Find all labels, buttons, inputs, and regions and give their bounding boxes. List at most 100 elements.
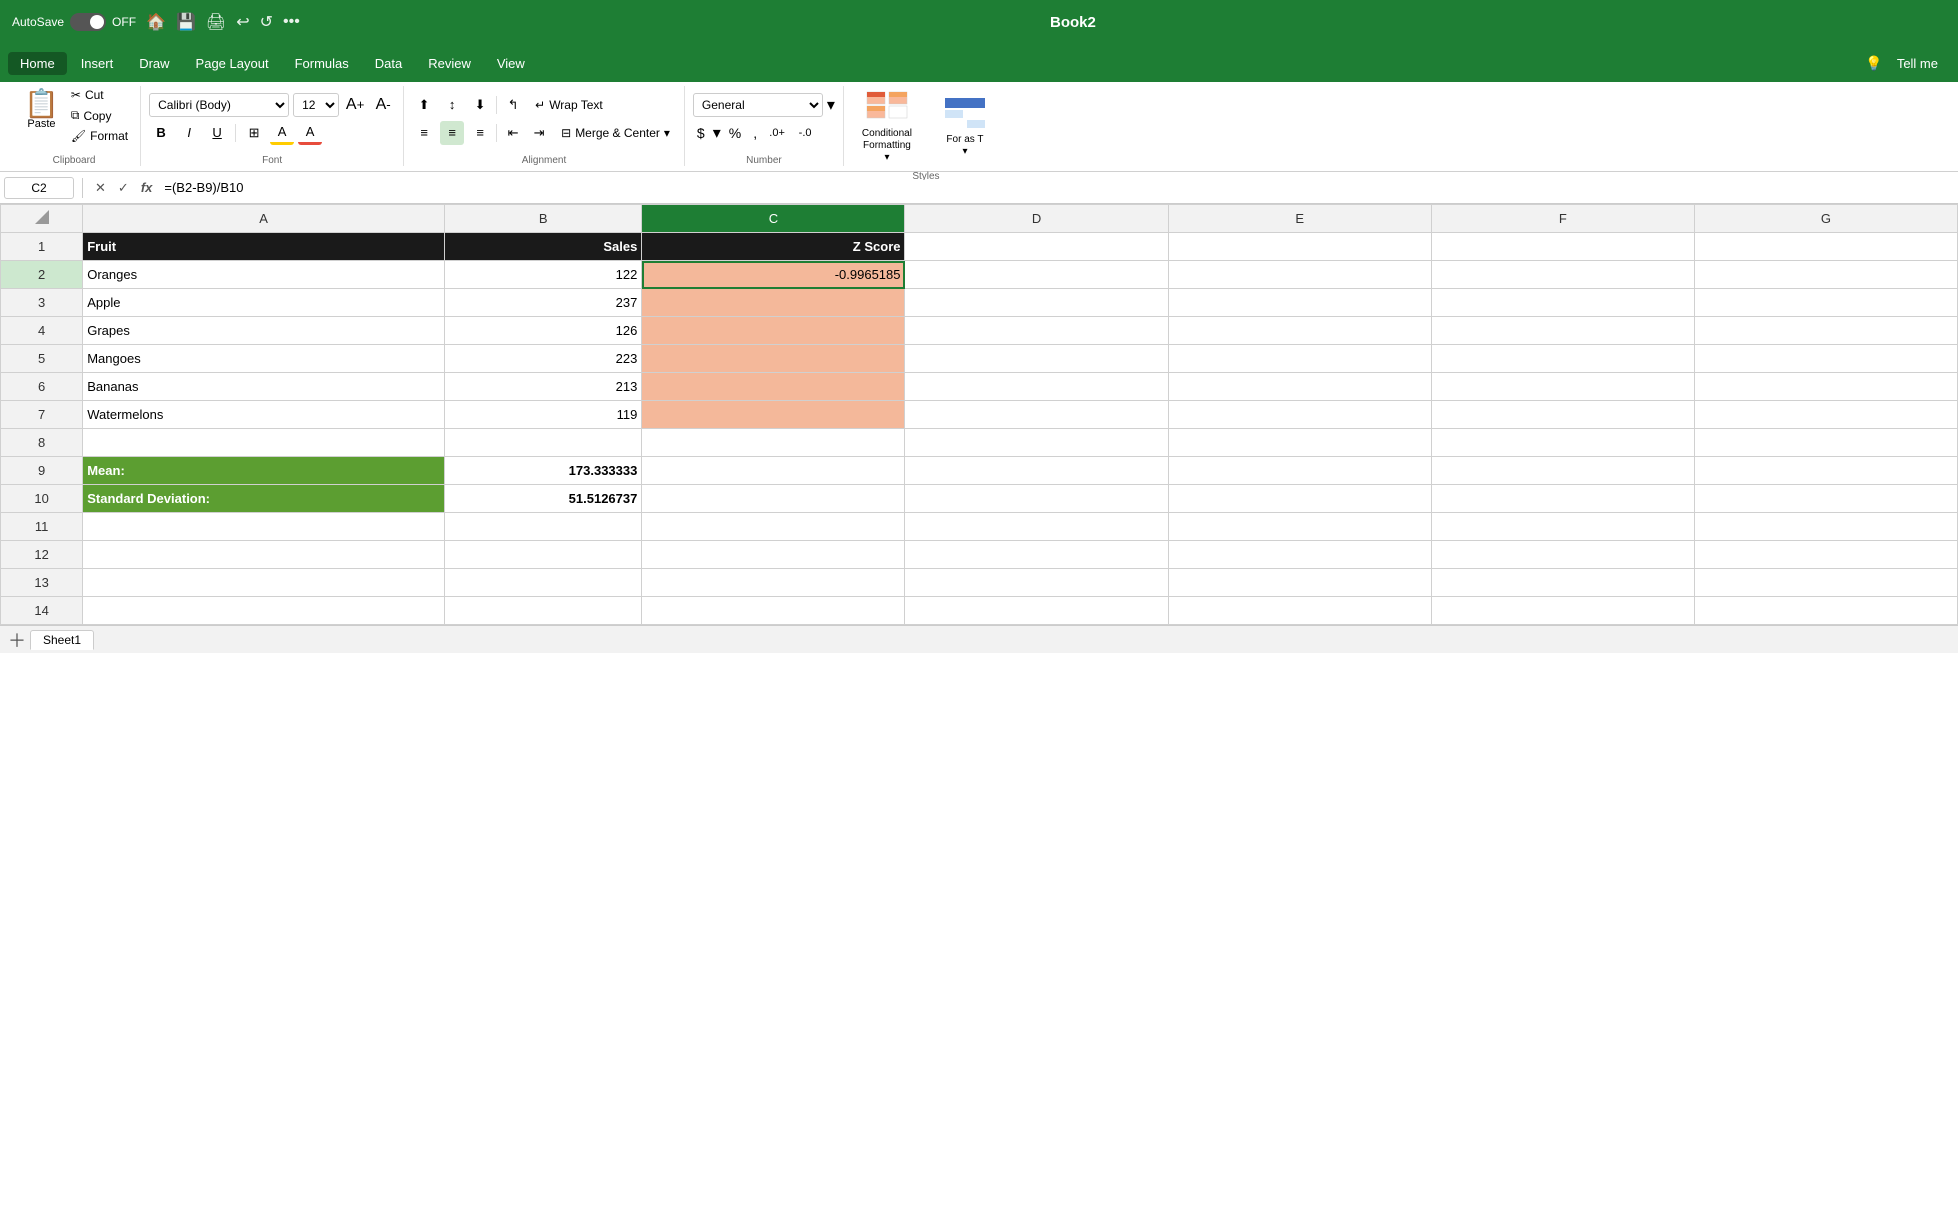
cell-f5[interactable] xyxy=(1431,345,1694,373)
cell-c11[interactable] xyxy=(642,513,905,541)
cell-b4[interactable]: 126 xyxy=(445,317,642,345)
cell-f1[interactable] xyxy=(1431,233,1694,261)
menu-page-layout[interactable]: Page Layout xyxy=(184,52,281,75)
cell-g3[interactable] xyxy=(1694,289,1957,317)
cell-g9[interactable] xyxy=(1694,457,1957,485)
cell-e10[interactable] xyxy=(1168,485,1431,513)
insert-function-button[interactable]: fx xyxy=(137,178,157,197)
font-grow-button[interactable]: A+ xyxy=(343,93,367,117)
cell-d14[interactable] xyxy=(905,597,1168,625)
cell-b7[interactable]: 119 xyxy=(445,401,642,429)
cell-d6[interactable] xyxy=(905,373,1168,401)
cell-a8[interactable] xyxy=(83,429,445,457)
cell-c14[interactable] xyxy=(642,597,905,625)
menu-formulas[interactable]: Formulas xyxy=(283,52,361,75)
percent-button[interactable]: % xyxy=(725,123,745,143)
cell-a10[interactable]: Standard Deviation: xyxy=(83,485,445,513)
cell-e8[interactable] xyxy=(1168,429,1431,457)
fill-color-button[interactable]: A xyxy=(270,121,294,145)
cell-a2[interactable]: Oranges xyxy=(83,261,445,289)
cell-f12[interactable] xyxy=(1431,541,1694,569)
merge-center-button[interactable]: ⊟ Merge & Center ▾ xyxy=(555,124,676,142)
cell-c2[interactable]: -0.9965185 xyxy=(642,261,905,289)
row-header-13[interactable]: 13 xyxy=(1,569,83,597)
cut-button[interactable]: ✂ Cut xyxy=(67,86,132,104)
cell-f8[interactable] xyxy=(1431,429,1694,457)
bold-button[interactable]: B xyxy=(149,121,173,145)
cell-d4[interactable] xyxy=(905,317,1168,345)
cell-b8[interactable] xyxy=(445,429,642,457)
cell-a4[interactable]: Grapes xyxy=(83,317,445,345)
cell-a1[interactable]: Fruit xyxy=(83,233,445,261)
cell-c7[interactable] xyxy=(642,401,905,429)
col-header-e[interactable]: E xyxy=(1168,205,1431,233)
cell-e3[interactable] xyxy=(1168,289,1431,317)
cell-e5[interactable] xyxy=(1168,345,1431,373)
col-header-d[interactable]: D xyxy=(905,205,1168,233)
col-header-f[interactable]: F xyxy=(1431,205,1694,233)
cell-b5[interactable]: 223 xyxy=(445,345,642,373)
more-icon[interactable]: ••• xyxy=(283,13,300,31)
cell-c1[interactable]: Z Score xyxy=(642,233,905,261)
cell-e1[interactable] xyxy=(1168,233,1431,261)
cell-b3[interactable]: 237 xyxy=(445,289,642,317)
dec-inc-button[interactable]: .0+ xyxy=(765,121,789,145)
paste-button[interactable]: 📋 Paste xyxy=(16,86,67,134)
align-right-button[interactable]: ≡ xyxy=(468,121,492,145)
cell-g1[interactable] xyxy=(1694,233,1957,261)
row-header-10[interactable]: 10 xyxy=(1,485,83,513)
cell-b6[interactable]: 213 xyxy=(445,373,642,401)
cell-e12[interactable] xyxy=(1168,541,1431,569)
cancel-formula-button[interactable]: ✕ xyxy=(91,178,110,198)
menu-data[interactable]: Data xyxy=(363,52,414,75)
comma-button[interactable]: , xyxy=(749,123,761,143)
cell-a9[interactable]: Mean: xyxy=(83,457,445,485)
indent-dec-button[interactable]: ⇤ xyxy=(501,121,525,145)
cell-d8[interactable] xyxy=(905,429,1168,457)
format-button[interactable]: 🖌 Format xyxy=(67,127,132,145)
cell-b1[interactable]: Sales xyxy=(445,233,642,261)
cell-c12[interactable] xyxy=(642,541,905,569)
cell-c5[interactable] xyxy=(642,345,905,373)
cell-e11[interactable] xyxy=(1168,513,1431,541)
cell-e13[interactable] xyxy=(1168,569,1431,597)
menu-tell-me[interactable]: Tell me xyxy=(1885,52,1950,75)
save-icon[interactable]: 💾 xyxy=(176,12,196,32)
row-header-3[interactable]: 3 xyxy=(1,289,83,317)
cell-f7[interactable] xyxy=(1431,401,1694,429)
cell-a14[interactable] xyxy=(83,597,445,625)
row-header-8[interactable]: 8 xyxy=(1,429,83,457)
align-left-button[interactable]: ≡ xyxy=(412,121,436,145)
cell-d11[interactable] xyxy=(905,513,1168,541)
wrap-text-button[interactable]: ↵ Wrap Text xyxy=(529,96,609,114)
col-header-c[interactable]: C xyxy=(642,205,905,233)
col-header-b[interactable]: B xyxy=(445,205,642,233)
menu-home[interactable]: Home xyxy=(8,52,67,75)
undo-icon[interactable]: ↩ xyxy=(236,12,249,32)
cell-e14[interactable] xyxy=(1168,597,1431,625)
underline-button[interactable]: U xyxy=(205,121,229,145)
cell-d5[interactable] xyxy=(905,345,1168,373)
add-sheet-button[interactable]: ＋ xyxy=(8,627,26,653)
cell-f3[interactable] xyxy=(1431,289,1694,317)
autosave-toggle[interactable] xyxy=(70,13,106,31)
cell-b13[interactable] xyxy=(445,569,642,597)
cell-a3[interactable]: Apple xyxy=(83,289,445,317)
formula-input[interactable] xyxy=(160,180,1954,195)
font-shrink-button[interactable]: A- xyxy=(371,93,395,117)
number-format-select[interactable]: General xyxy=(693,93,823,117)
cell-c3[interactable] xyxy=(642,289,905,317)
font-size-select[interactable]: 12 xyxy=(293,93,339,117)
cell-c8[interactable] xyxy=(642,429,905,457)
cell-reference-input[interactable] xyxy=(4,177,74,199)
cell-g13[interactable] xyxy=(1694,569,1957,597)
cell-f11[interactable] xyxy=(1431,513,1694,541)
cell-f6[interactable] xyxy=(1431,373,1694,401)
dec-dec-button[interactable]: -.0 xyxy=(793,121,817,145)
row-header-2[interactable]: 2 xyxy=(1,261,83,289)
cell-b12[interactable] xyxy=(445,541,642,569)
borders-button[interactable]: ⊞ xyxy=(242,121,266,145)
cell-e9[interactable] xyxy=(1168,457,1431,485)
cell-c13[interactable] xyxy=(642,569,905,597)
cell-g8[interactable] xyxy=(1694,429,1957,457)
